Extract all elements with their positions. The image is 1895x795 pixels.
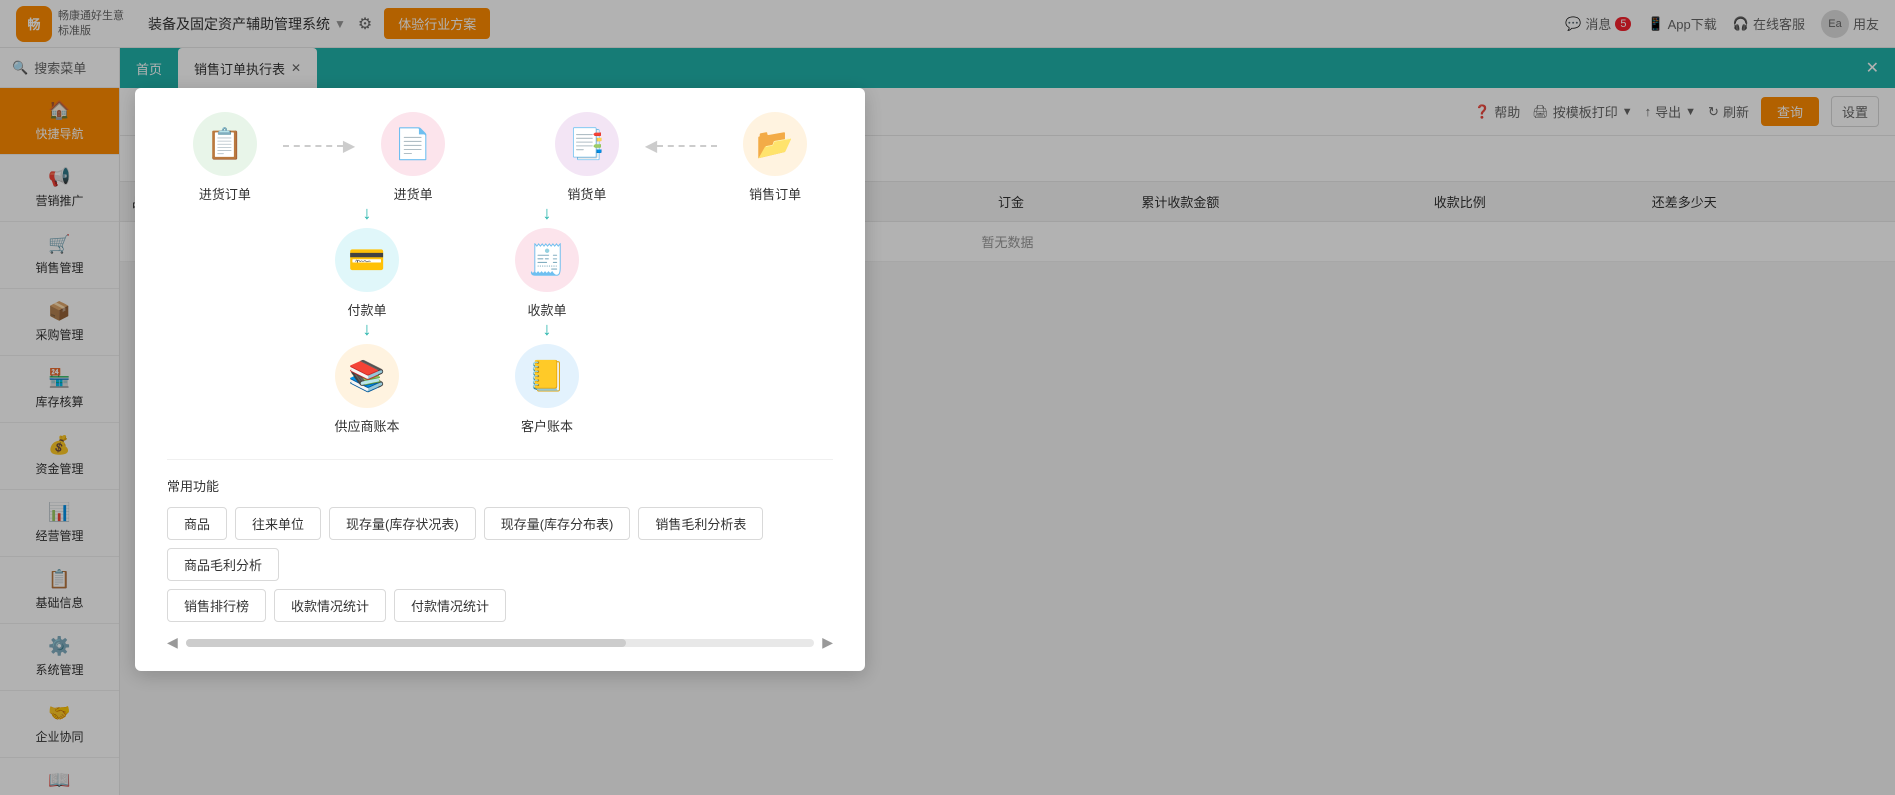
flow-node-sales-order[interactable]: 📂 销售订单 (717, 112, 833, 203)
sales-bill-icon: 📑 (555, 112, 619, 176)
func-btn-receipt-stats[interactable]: 收款情况统计 (274, 589, 386, 622)
payment-bill-label: 付款单 (347, 300, 386, 319)
common-funcs-title: 常用功能 (167, 476, 833, 495)
flow-node-receipt-bill[interactable]: 🧾 收款单 (487, 228, 607, 319)
scroll-track[interactable] (186, 639, 814, 647)
flow-row-3: 📚 供应商账本 📒 客户账本 (167, 344, 833, 435)
flow-node-purchase-bill[interactable]: 📄 进货单 (355, 112, 471, 203)
customer-ledger-icon: 📒 (515, 344, 579, 408)
supplier-ledger-label: 供应商账本 (334, 416, 399, 435)
flow-row-2: 💳 付款单 🧾 收款单 (167, 228, 833, 319)
func-btn-payment-stats[interactable]: 付款情况统计 (394, 589, 506, 622)
func-btn-inventory-dist[interactable]: 现存量(库存分布表) (484, 507, 631, 540)
func-buttons-row1: 商品 往来单位 现存量(库存状况表) 现存量(库存分布表) 销售毛利分析表 商品… (167, 507, 833, 581)
customer-ledger-label: 客户账本 (521, 416, 573, 435)
func-buttons-row2: 销售排行榜 收款情况统计 付款情况统计 (167, 589, 833, 622)
func-btn-partner[interactable]: 往来单位 (235, 507, 321, 540)
receipt-bill-label: 收款单 (527, 300, 566, 319)
purchase-bill-label: 进货单 (394, 184, 433, 203)
flow-node-supplier-ledger[interactable]: 📚 供应商账本 (307, 344, 427, 435)
receipt-bill-icon: 🧾 (515, 228, 579, 292)
func-btn-product-margin[interactable]: 商品毛利分析 (167, 548, 279, 581)
scroll-row: ◀ ▶ (167, 634, 833, 651)
func-btn-inventory-status[interactable]: 现存量(库存状况表) (329, 507, 476, 540)
flow-row-1: 📋 进货订单 ▶ 📄 进货单 📑 (167, 112, 833, 203)
payment-bill-icon: 💳 (335, 228, 399, 292)
flow-diagram: 📋 进货订单 ▶ 📄 进货单 📑 (167, 112, 833, 435)
flow-node-payment-bill[interactable]: 💳 付款单 (307, 228, 427, 319)
flow-node-purchase-order[interactable]: 📋 进货订单 (167, 112, 283, 203)
supplier-ledger-icon: 📚 (335, 344, 399, 408)
common-funcs-section: 常用功能 商品 往来单位 现存量(库存状况表) 现存量(库存分布表) 销售毛利分… (167, 459, 833, 622)
func-btn-sales-rank[interactable]: 销售排行榜 (167, 589, 266, 622)
purchase-order-icon: 📋 (193, 112, 257, 176)
scroll-left-arrow[interactable]: ◀ (167, 634, 178, 651)
scroll-right-arrow[interactable]: ▶ (822, 634, 833, 651)
func-btn-product[interactable]: 商品 (167, 507, 227, 540)
sales-order-label: 销售订单 (749, 184, 801, 203)
sales-order-icon: 📂 (743, 112, 807, 176)
flow-node-customer-ledger[interactable]: 📒 客户账本 (487, 344, 607, 435)
flow-node-sales-bill[interactable]: 📑 销货单 (529, 112, 645, 203)
sales-bill-label: 销货单 (567, 184, 606, 203)
purchase-bill-icon: 📄 (381, 112, 445, 176)
func-btn-sales-margin[interactable]: 销售毛利分析表 (638, 507, 763, 540)
scroll-thumb (186, 639, 626, 647)
quick-nav-popup: 📋 进货订单 ▶ 📄 进货单 📑 (135, 88, 865, 671)
purchase-order-label: 进货订单 (199, 184, 251, 203)
